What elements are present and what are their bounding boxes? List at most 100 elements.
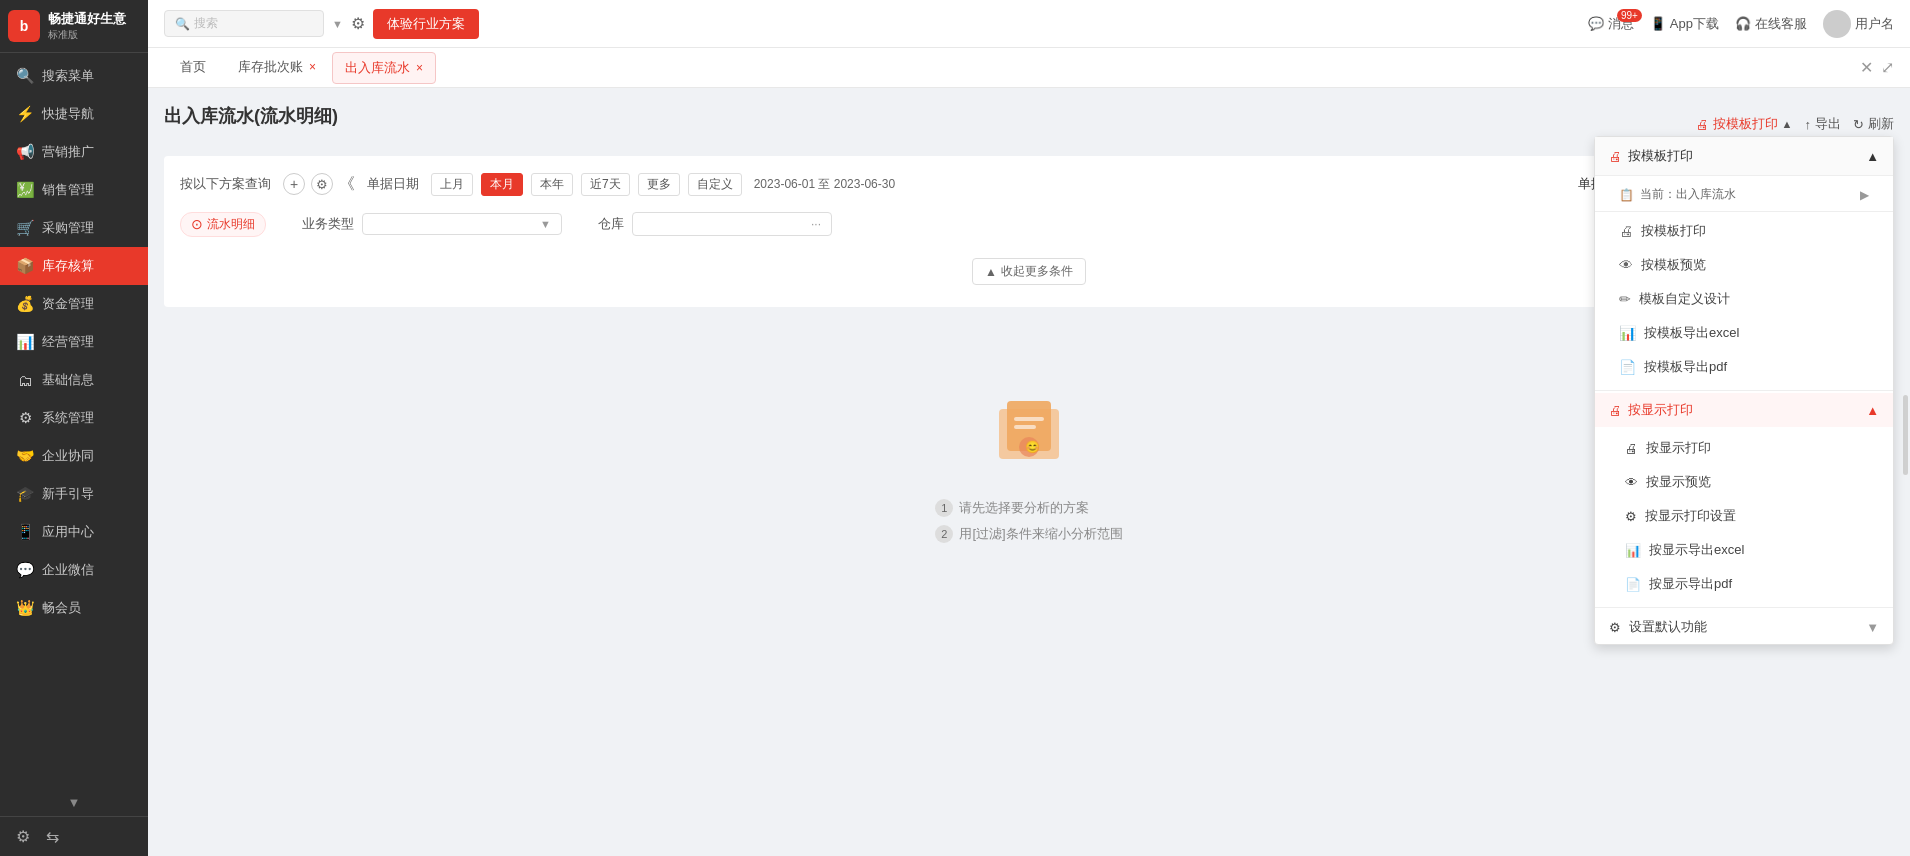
sidebar-item-system[interactable]: ⚙ 系统管理 — [0, 399, 148, 437]
online-service-action[interactable]: 🎧 在线客服 — [1735, 15, 1807, 33]
display-export-excel-item[interactable]: 📊 按显示导出excel — [1595, 533, 1893, 567]
display-export-excel-label: 按显示导出excel — [1649, 541, 1744, 559]
print-dropdown-header[interactable]: 🖨 按模板打印 ▲ — [1595, 137, 1893, 176]
tab-batch[interactable]: 库存批次账 × — [222, 50, 332, 86]
flow-detail-label: 流水明细 — [207, 216, 255, 233]
print-chevron-icon: ▲ — [1782, 118, 1793, 130]
date-btn-this-year[interactable]: 本年 — [531, 173, 573, 196]
sidebar-item-label: 新手引导 — [42, 485, 94, 503]
tab-bar-right: ✕ ⤢ — [1860, 58, 1894, 77]
filter-collapse-icon[interactable]: 《 — [339, 174, 355, 195]
template-preview-item[interactable]: 👁 按模板预览 — [1595, 248, 1893, 282]
top-gear-icon[interactable]: ⚙ — [351, 14, 365, 33]
template-custom-label: 模板自定义设计 — [1639, 290, 1730, 308]
divider-3 — [1595, 607, 1893, 608]
sidebar-item-collab[interactable]: 🤝 企业协同 — [0, 437, 148, 475]
display-print-section-header[interactable]: 🖨 按显示打印 ▲ — [1595, 393, 1893, 427]
date-btn-more[interactable]: 更多 — [638, 173, 680, 196]
date-btn-custom[interactable]: 自定义 — [688, 173, 742, 196]
filter-add-button[interactable]: + — [283, 173, 305, 195]
sidebar-item-operation[interactable]: 📊 经营管理 — [0, 323, 148, 361]
empty-illustration: 😊 — [979, 379, 1079, 479]
sidebar: b 畅捷通好生意 标准版 🔍 搜索菜单 ⚡ 快捷导航 📢 营销推广 💹 销 — [0, 0, 148, 856]
sidebar-item-label: 销售管理 — [42, 181, 94, 199]
tab-home[interactable]: 首页 — [164, 50, 222, 86]
search-icon: 🔍 — [175, 17, 190, 31]
headset-icon: 🎧 — [1735, 16, 1751, 31]
collapse-button[interactable]: ▲ 收起更多条件 — [972, 258, 1086, 285]
template-export-pdf-item[interactable]: 📄 按模板导出pdf — [1595, 350, 1893, 384]
sidebar-item-finance[interactable]: 💰 资金管理 — [0, 285, 148, 323]
hint-text-2: 用[过滤]条件来缩小分析范围 — [959, 521, 1122, 547]
biz-type-select[interactable]: ▼ — [362, 213, 562, 235]
sidebar-item-search[interactable]: 🔍 搜索菜单 — [0, 57, 148, 95]
sidebar-item-wechat[interactable]: 💬 企业微信 — [0, 551, 148, 589]
template-export-excel-item[interactable]: 📊 按模板导出excel — [1595, 316, 1893, 350]
sidebar-item-basic[interactable]: 🗂 基础信息 — [0, 361, 148, 399]
print-template-action[interactable]: 🖨 按模板打印 ▲ — [1696, 115, 1793, 133]
main-area: 🔍 搜索 ▼ ⚙ 体验行业方案 💬 消息 99+ 📱 App下载 🎧 — [148, 0, 1910, 856]
wechat-icon: 💬 — [16, 561, 34, 579]
display-print-icon: 🖨 — [1625, 441, 1638, 456]
date-btn-this-month[interactable]: 本月 — [481, 173, 523, 196]
date-filter: 上月 本月 本年 近7天 更多 自定义 2023-06-01 至 2023-06… — [431, 173, 895, 196]
sidebar-item-marketing[interactable]: 📢 营销推广 — [0, 133, 148, 171]
template-custom-icon: ✏ — [1619, 291, 1631, 307]
settings-footer-icon[interactable]: ⚙ — [16, 827, 30, 846]
date-range-display: 2023-06-01 至 2023-06-30 — [754, 176, 895, 193]
sidebar-scroll-down[interactable]: ▼ — [0, 789, 148, 816]
app-download-action[interactable]: 📱 App下载 — [1650, 15, 1719, 33]
finance-icon: 💰 — [16, 295, 34, 313]
display-export-pdf-label: 按显示导出pdf — [1649, 575, 1732, 593]
message-action[interactable]: 💬 消息 99+ — [1588, 15, 1634, 33]
display-pdf-icon: 📄 — [1625, 577, 1641, 592]
svg-text:😊: 😊 — [1025, 439, 1040, 454]
date-btn-7days[interactable]: 近7天 — [581, 173, 630, 196]
tab-flow-close[interactable]: × — [416, 61, 423, 75]
sidebar-item-purchase[interactable]: 🛒 采购管理 — [0, 209, 148, 247]
display-print-item[interactable]: 🖨 按显示打印 — [1595, 431, 1893, 465]
display-export-pdf-item[interactable]: 📄 按显示导出pdf — [1595, 567, 1893, 601]
refresh-action[interactable]: ↻ 刷新 — [1853, 115, 1894, 133]
display-print-settings-item[interactable]: ⚙ 按显示打印设置 — [1595, 499, 1893, 533]
date-btn-last-month[interactable]: 上月 — [431, 173, 473, 196]
set-defaults-item[interactable]: ⚙ 设置默认功能 ▼ — [1595, 610, 1893, 644]
tab-batch-close[interactable]: × — [309, 60, 316, 74]
sidebar-item-member[interactable]: 👑 畅会员 — [0, 589, 148, 627]
display-preview-item[interactable]: 👁 按显示预览 — [1595, 465, 1893, 499]
maximize-window-btn[interactable]: ⤢ — [1881, 58, 1894, 77]
close-window-btn[interactable]: ✕ — [1860, 58, 1873, 77]
refresh-icon: ↻ — [1853, 117, 1864, 132]
tab-flow[interactable]: 出入库流水 × — [332, 52, 436, 84]
sidebar-item-label: 资金管理 — [42, 295, 94, 313]
sidebar-item-sales[interactable]: 💹 销售管理 — [0, 171, 148, 209]
template-print-section: 📋 当前：出入库流水 ▶ 🖨 按模板打印 👁 按模板预览 ✏ — [1595, 176, 1893, 388]
filter-actions: + ⚙ 《 — [283, 173, 355, 195]
display-print-items: 🖨 按显示打印 👁 按显示预览 ⚙ 按显示打印设置 📊 按显示导出excel — [1595, 427, 1893, 605]
trial-button[interactable]: 体验行业方案 — [373, 9, 479, 39]
export-icon: ↑ — [1805, 117, 1812, 132]
template-print-item[interactable]: 🖨 按模板打印 — [1595, 214, 1893, 248]
search-dropdown-arrow[interactable]: ▼ — [332, 18, 343, 30]
sidebar-item-quicknav[interactable]: ⚡ 快捷导航 — [0, 95, 148, 133]
template-custom-item[interactable]: ✏ 模板自定义设计 — [1595, 282, 1893, 316]
sidebar-item-inventory[interactable]: 📦 库存核算 — [0, 247, 148, 285]
biz-type-arrow: ▼ — [540, 218, 551, 230]
top-search-box[interactable]: 🔍 搜索 — [164, 10, 324, 37]
warehouse-select[interactable]: ··· — [632, 212, 832, 236]
template-print-icon: 🖨 — [1619, 223, 1633, 239]
expand-footer-icon[interactable]: ⇆ — [46, 827, 59, 846]
display-print-section-label: 按显示打印 — [1628, 401, 1693, 419]
filter-settings-button[interactable]: ⚙ — [311, 173, 333, 195]
current-label: 📋 当前：出入库流水 ▶ — [1595, 180, 1893, 209]
scrollbar-thumb[interactable] — [1903, 395, 1908, 475]
user-avatar[interactable]: 用户名 — [1823, 10, 1894, 38]
display-print-label: 按显示打印 — [1646, 439, 1711, 457]
sidebar-item-label: 企业微信 — [42, 561, 94, 579]
flow-detail-tag[interactable]: ⊙ 流水明细 — [180, 212, 266, 237]
sidebar-item-appcenter[interactable]: 📱 应用中心 — [0, 513, 148, 551]
sidebar-item-guide[interactable]: 🎓 新手引导 — [0, 475, 148, 513]
export-action[interactable]: ↑ 导出 — [1805, 115, 1842, 133]
tag-icon: ⊙ — [191, 216, 203, 232]
inventory-icon: 📦 — [16, 257, 34, 275]
